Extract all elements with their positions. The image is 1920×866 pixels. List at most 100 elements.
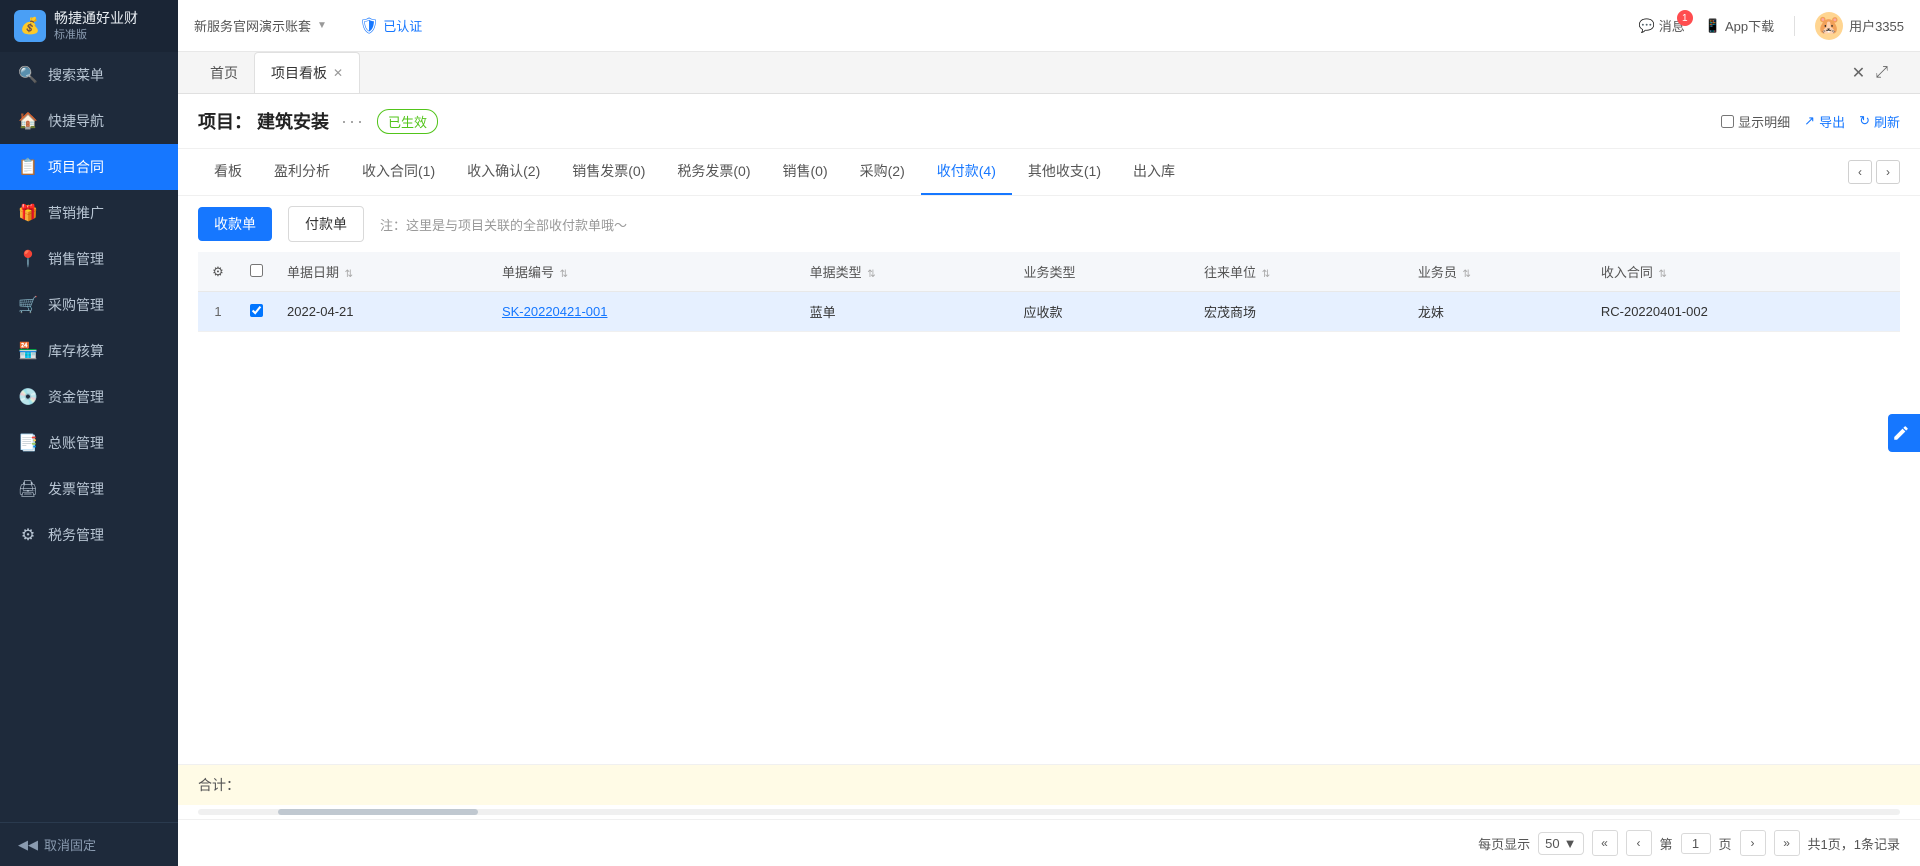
- row-type: 蓝单: [798, 292, 1012, 332]
- sidebar-item-search[interactable]: 🔍 搜索菜单: [0, 52, 178, 98]
- expand-window-button[interactable]: ⤢: [1875, 64, 1888, 82]
- refresh-button[interactable]: ↻ 刷新: [1859, 112, 1900, 131]
- app-download-button[interactable]: 📱 App下载: [1705, 16, 1774, 35]
- capital-icon: 💿: [18, 387, 38, 407]
- date-sort-icon: ⇅: [345, 269, 353, 280]
- tab-other-expense[interactable]: 其他收支(1): [1012, 149, 1117, 195]
- income-contract-sort-icon: ⇅: [1659, 269, 1667, 280]
- app-logo: 💰 畅捷通好业财 标准版: [0, 0, 178, 52]
- gear-column-header[interactable]: ⚙: [198, 252, 238, 292]
- tab-receipt[interactable]: 收付款(4): [921, 149, 1012, 195]
- show-detail-input[interactable]: [1721, 115, 1734, 128]
- page-header-actions: 显示明细 ↗ 导出 ↻ 刷新: [1721, 112, 1900, 131]
- more-options-button[interactable]: ···: [341, 111, 365, 132]
- tab-bar: 首页 项目看板 ✕ ✕ ⤢: [178, 52, 1920, 94]
- unpin-sidebar-button[interactable]: ◀◀ 取消固定: [0, 822, 178, 866]
- sidebar-label-marketing: 营销推广: [48, 203, 104, 223]
- page-prefix: 第: [1660, 834, 1673, 853]
- per-page-select[interactable]: 50 ▼: [1538, 832, 1583, 855]
- show-detail-checkbox[interactable]: 显示明细: [1721, 112, 1790, 131]
- floating-action-button[interactable]: [1888, 414, 1920, 452]
- biz-type-column-header: 业务类型: [1011, 252, 1192, 292]
- topbar: 新服务官网演示账套 ▼ 🛡 已认证 💬 消息 1 📱 App下载 🐹 用户335…: [178, 0, 1920, 52]
- row-number[interactable]: SK-20220421-001: [490, 292, 798, 332]
- user-menu-button[interactable]: 🐹 用户3355: [1815, 12, 1904, 40]
- sidebar-item-purchase[interactable]: 🛒 采购管理: [0, 282, 178, 328]
- sidebar-label-capital: 资金管理: [48, 387, 104, 407]
- checkbox-column-header[interactable]: [238, 252, 275, 292]
- phone-icon: 📱: [1705, 18, 1721, 34]
- search-icon: 🔍: [18, 65, 38, 85]
- first-page-button[interactable]: «: [1592, 830, 1618, 856]
- tab-project-board[interactable]: 项目看板 ✕: [254, 52, 360, 93]
- export-button[interactable]: ↗ 导出: [1804, 112, 1845, 131]
- type-column-header[interactable]: 单据类型 ⇅: [798, 252, 1012, 292]
- main-area: 新服务官网演示账套 ▼ 🛡 已认证 💬 消息 1 📱 App下载 🐹 用户335…: [178, 0, 1920, 866]
- tab-income-contract[interactable]: 收入合同(1): [346, 149, 451, 195]
- sidebar-item-capital[interactable]: 💿 资金管理: [0, 374, 178, 420]
- sidebar-item-inventory[interactable]: 🏪 库存核算: [0, 328, 178, 374]
- scrollbar-track: [198, 809, 1900, 815]
- prev-tab-button[interactable]: ‹: [1848, 160, 1872, 184]
- horizontal-scrollbar[interactable]: [178, 805, 1920, 819]
- payment-tab-button[interactable]: 付款单: [288, 206, 364, 242]
- scrollbar-thumb[interactable]: [278, 809, 478, 815]
- type-sort-icon: ⇅: [867, 269, 875, 280]
- tab-home[interactable]: 首页: [194, 53, 254, 93]
- app-download-label: App下载: [1725, 16, 1774, 35]
- receipt-tab-button[interactable]: 收款单: [198, 207, 272, 241]
- sidebar-item-invoice[interactable]: 🖨 发票管理: [0, 466, 178, 512]
- data-table: ⚙ 单据日期 ⇅ 单据编号 ⇅ 单据类型: [198, 252, 1900, 332]
- close-tab-icon[interactable]: ✕: [333, 66, 343, 80]
- message-icon: 💬: [1639, 18, 1655, 34]
- ledger-icon: 📑: [18, 433, 38, 453]
- sidebar-item-project-contract[interactable]: 📋 项目合同: [0, 144, 178, 190]
- sidebar-item-ledger[interactable]: 📑 总账管理: [0, 420, 178, 466]
- next-tab-button[interactable]: ›: [1876, 160, 1900, 184]
- income-contract-column-header[interactable]: 收入合同 ⇅: [1589, 252, 1900, 292]
- tax-icon: ⚙: [18, 525, 38, 545]
- row-checkbox[interactable]: [250, 304, 263, 317]
- tab-tax-invoice[interactable]: 税务发票(0): [661, 149, 766, 195]
- tab-sales[interactable]: 销售(0): [767, 149, 844, 195]
- table-total: 合计：: [178, 764, 1920, 805]
- tab-kanban[interactable]: 看板: [198, 149, 258, 195]
- sidebar-item-tax[interactable]: ⚙ 税务管理: [0, 512, 178, 558]
- inventory-icon: 🏪: [18, 341, 38, 361]
- total-label: 合计：: [198, 777, 240, 793]
- prev-page-button[interactable]: ‹: [1626, 830, 1652, 856]
- table-row[interactable]: 1 2022-04-21 SK-20220421-001 蓝单 应收款 宏茂商场…: [198, 292, 1900, 332]
- message-button[interactable]: 💬 消息 1: [1639, 16, 1685, 35]
- tab-inout-storage[interactable]: 出入库: [1117, 149, 1191, 195]
- table-area: ⚙ 单据日期 ⇅ 单据编号 ⇅ 单据类型: [178, 252, 1920, 764]
- topbar-right: 💬 消息 1 📱 App下载 🐹 用户3355: [1639, 12, 1904, 40]
- row-checkbox-cell[interactable]: [238, 292, 275, 332]
- project-icon: 📋: [18, 157, 38, 177]
- partner-column-header[interactable]: 往来单位 ⇅: [1192, 252, 1406, 292]
- app-name: 畅捷通好业财: [54, 10, 138, 27]
- sidebar-item-quick-nav[interactable]: 🏠 快捷导航: [0, 98, 178, 144]
- salesman-column-header[interactable]: 业务员 ⇅: [1406, 252, 1589, 292]
- tab-income-confirm[interactable]: 收入确认(2): [451, 149, 556, 195]
- tab-profit[interactable]: 盈利分析: [258, 149, 346, 195]
- tab-purchase[interactable]: 采购(2): [844, 149, 921, 195]
- sidebar-label-tax: 税务管理: [48, 525, 104, 545]
- home-tab-label: 首页: [210, 63, 238, 83]
- date-column-header[interactable]: 单据日期 ⇅: [275, 252, 490, 292]
- tab-sales-invoice[interactable]: 销售发票(0): [556, 149, 661, 195]
- select-all-checkbox[interactable]: [250, 264, 263, 277]
- sidebar-label-ledger: 总账管理: [48, 433, 104, 453]
- number-column-header[interactable]: 单据编号 ⇅: [490, 252, 798, 292]
- current-page[interactable]: 1: [1681, 833, 1711, 854]
- unpin-label: 取消固定: [44, 835, 96, 854]
- partner-sort-icon: ⇅: [1262, 269, 1270, 280]
- sidebar-item-sales[interactable]: 📍 销售管理: [0, 236, 178, 282]
- page-suffix: 页: [1719, 834, 1732, 853]
- unpin-icon: ◀◀: [18, 837, 38, 853]
- account-selector[interactable]: 新服务官网演示账套 ▼: [194, 16, 327, 35]
- close-window-button[interactable]: ✕: [1852, 63, 1865, 83]
- filter-bar: 收款单 付款单 注：这里是与项目关联的全部收付款单哦～: [178, 196, 1920, 252]
- next-page-button[interactable]: ›: [1740, 830, 1766, 856]
- last-page-button[interactable]: »: [1774, 830, 1800, 856]
- sidebar-item-marketing[interactable]: 🎁 营销推广: [0, 190, 178, 236]
